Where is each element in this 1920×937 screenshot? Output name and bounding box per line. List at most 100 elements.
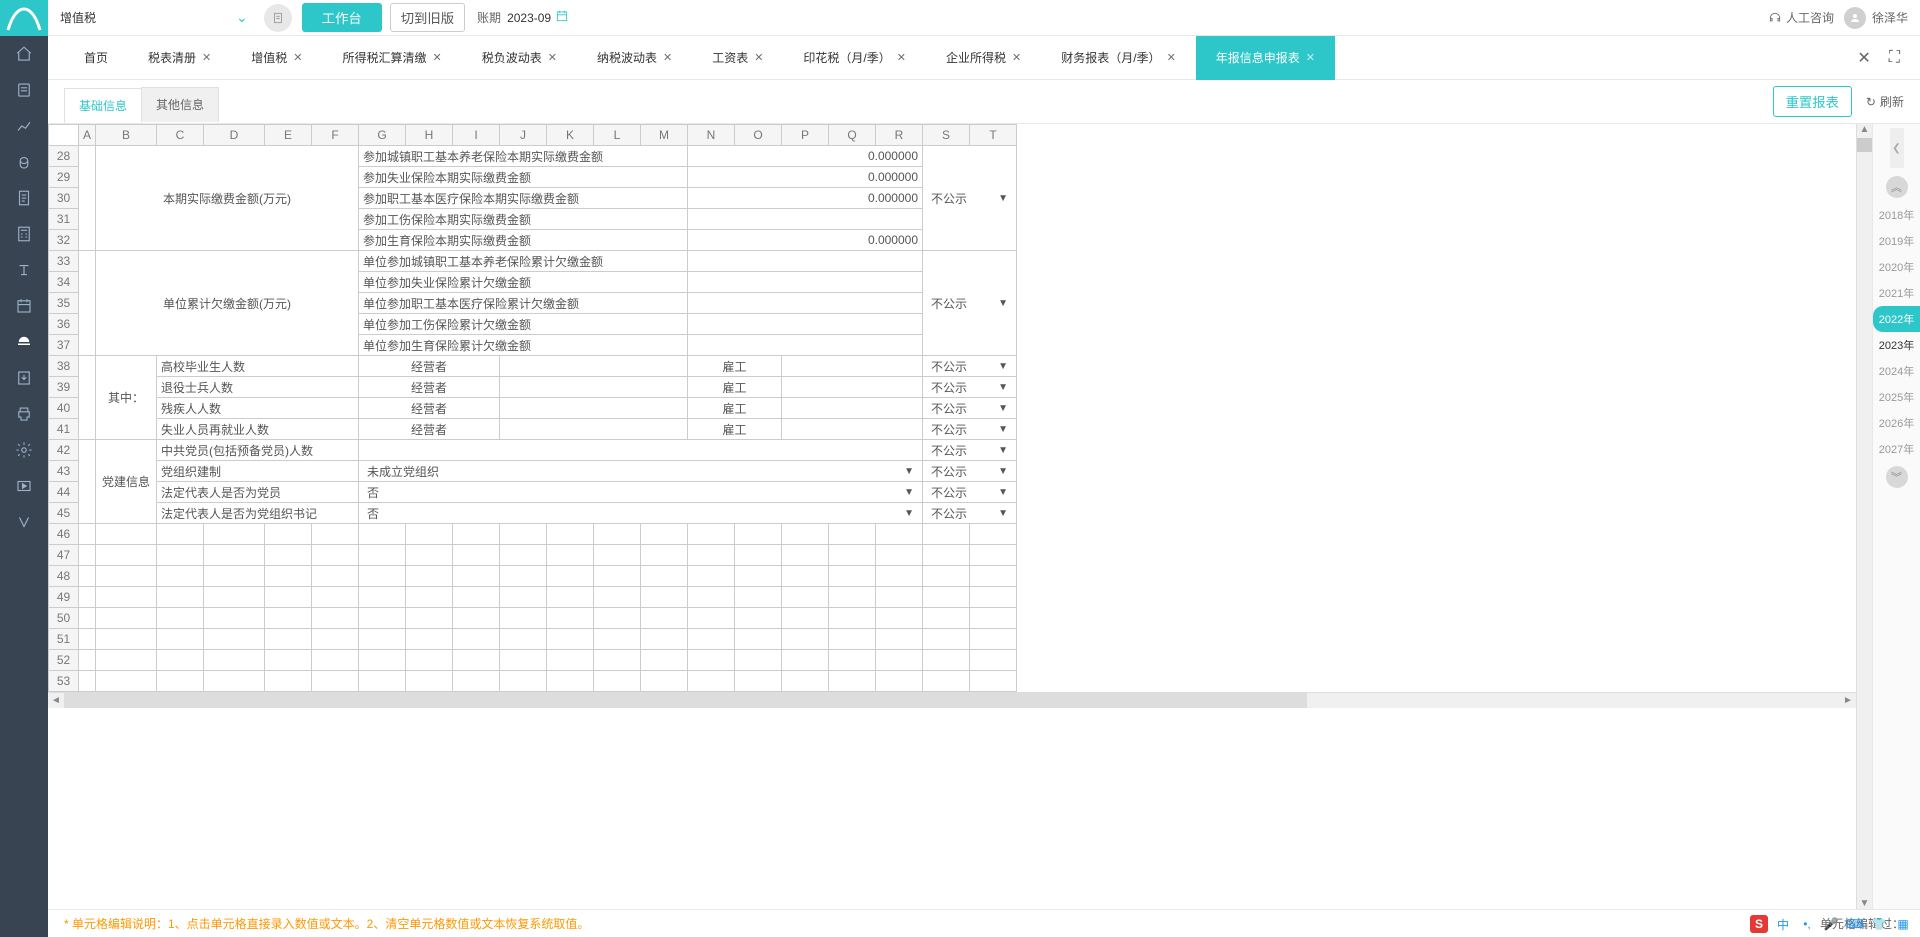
year-up-button[interactable]: ︽ bbox=[1886, 176, 1908, 198]
empty-cell[interactable] bbox=[641, 629, 688, 650]
empty-cell[interactable] bbox=[500, 524, 547, 545]
row-header-36[interactable]: 36 bbox=[49, 314, 79, 335]
empty-cell[interactable] bbox=[500, 650, 547, 671]
empty-cell[interactable] bbox=[970, 524, 1017, 545]
col-a-g2[interactable] bbox=[79, 251, 96, 356]
empty-cell[interactable] bbox=[547, 671, 594, 692]
empty-cell[interactable] bbox=[406, 671, 453, 692]
g3-visibility[interactable]: 不公示▼ bbox=[923, 398, 1017, 419]
year-item-2024年[interactable]: 2024年 bbox=[1873, 358, 1920, 384]
empty-cell[interactable] bbox=[923, 524, 970, 545]
year-item-2027年[interactable]: 2027年 bbox=[1873, 436, 1920, 462]
close-icon[interactable]: ✕ bbox=[897, 51, 906, 64]
nav-doc[interactable] bbox=[0, 180, 48, 216]
nav-settings[interactable] bbox=[0, 432, 48, 468]
col-header-E[interactable]: E bbox=[265, 125, 312, 146]
g3-operator-value[interactable] bbox=[500, 377, 688, 398]
row-header-50[interactable]: 50 bbox=[49, 608, 79, 629]
empty-cell[interactable] bbox=[829, 587, 876, 608]
nav-video[interactable] bbox=[0, 468, 48, 504]
empty-cell[interactable] bbox=[594, 650, 641, 671]
nav-chart[interactable] bbox=[0, 108, 48, 144]
empty-cell[interactable] bbox=[157, 629, 204, 650]
empty-cell[interactable] bbox=[688, 545, 735, 566]
close-icon[interactable]: ✕ bbox=[433, 51, 442, 64]
col-header-T[interactable]: T bbox=[970, 125, 1017, 146]
col-header-B[interactable]: B bbox=[96, 125, 157, 146]
row-header-52[interactable]: 52 bbox=[49, 650, 79, 671]
col-header-D[interactable]: D bbox=[204, 125, 265, 146]
empty-cell[interactable] bbox=[453, 650, 500, 671]
horizontal-scrollbar[interactable]: ◄ ► bbox=[48, 692, 1856, 708]
col-a-g1[interactable] bbox=[79, 146, 96, 251]
empty-cell[interactable] bbox=[406, 608, 453, 629]
empty-cell[interactable] bbox=[265, 524, 312, 545]
nav-home[interactable] bbox=[0, 36, 48, 72]
empty-cell[interactable] bbox=[453, 566, 500, 587]
empty-cell[interactable] bbox=[641, 650, 688, 671]
col-header-A[interactable]: A bbox=[79, 125, 96, 146]
empty-cell[interactable] bbox=[312, 524, 359, 545]
empty-cell[interactable] bbox=[876, 629, 923, 650]
g4-visibility[interactable]: 不公示▼ bbox=[923, 461, 1017, 482]
g2-item-value[interactable] bbox=[688, 293, 923, 314]
sheet-corner[interactable] bbox=[49, 125, 79, 146]
empty-cell[interactable] bbox=[829, 629, 876, 650]
empty-cell[interactable] bbox=[312, 545, 359, 566]
col-header-L[interactable]: L bbox=[594, 125, 641, 146]
empty-cell[interactable] bbox=[876, 545, 923, 566]
empty-cell[interactable] bbox=[96, 566, 157, 587]
empty-cell[interactable] bbox=[829, 545, 876, 566]
col-header-O[interactable]: O bbox=[735, 125, 782, 146]
empty-cell[interactable] bbox=[782, 629, 829, 650]
reset-button[interactable]: 重置报表 bbox=[1773, 86, 1852, 117]
year-item-2025年[interactable]: 2025年 bbox=[1873, 384, 1920, 410]
empty-cell[interactable] bbox=[594, 629, 641, 650]
ime-lang-icon[interactable]: 中 bbox=[1774, 915, 1792, 933]
g2-item-value[interactable] bbox=[688, 314, 923, 335]
row-header-30[interactable]: 30 bbox=[49, 188, 79, 209]
year-item-2022年[interactable]: 2022年 bbox=[1873, 306, 1920, 332]
empty-cell[interactable] bbox=[876, 566, 923, 587]
empty-cell[interactable] bbox=[594, 524, 641, 545]
row-header-32[interactable]: 32 bbox=[49, 230, 79, 251]
g1-item-value[interactable] bbox=[688, 209, 923, 230]
year-item-2018年[interactable]: 2018年 bbox=[1873, 202, 1920, 228]
g4-dropdown[interactable]: 未成立党组织▼ bbox=[359, 461, 923, 482]
empty-cell[interactable] bbox=[829, 650, 876, 671]
expand-icon[interactable]: ⛶ bbox=[1885, 45, 1904, 71]
tab-3[interactable]: 所得税汇算清缴✕ bbox=[322, 36, 461, 80]
g1-item-value[interactable]: 0.000000 bbox=[688, 167, 923, 188]
empty-cell[interactable] bbox=[157, 671, 204, 692]
empty-cell[interactable] bbox=[547, 608, 594, 629]
empty-cell[interactable] bbox=[265, 566, 312, 587]
empty-cell[interactable] bbox=[923, 608, 970, 629]
row-header-38[interactable]: 38 bbox=[49, 356, 79, 377]
empty-cell[interactable] bbox=[265, 587, 312, 608]
empty-cell[interactable] bbox=[923, 671, 970, 692]
empty-cell[interactable] bbox=[688, 671, 735, 692]
year-panel-collapse[interactable]: ❮ bbox=[1890, 128, 1904, 168]
empty-cell[interactable] bbox=[359, 545, 406, 566]
empty-cell[interactable] bbox=[829, 524, 876, 545]
doc-icon-button[interactable] bbox=[264, 4, 292, 32]
g2-visibility[interactable]: 不公示▼ bbox=[923, 251, 1017, 356]
scroll-up-icon[interactable]: ▲ bbox=[1857, 124, 1872, 135]
workspace-button[interactable]: 工作台 bbox=[302, 3, 382, 32]
empty-cell[interactable] bbox=[406, 545, 453, 566]
col-a-g3[interactable] bbox=[79, 356, 96, 440]
row-header-42[interactable]: 42 bbox=[49, 440, 79, 461]
empty-cell[interactable] bbox=[500, 545, 547, 566]
empty-cell[interactable] bbox=[735, 524, 782, 545]
col-header-K[interactable]: K bbox=[547, 125, 594, 146]
empty-cell[interactable] bbox=[453, 545, 500, 566]
empty-cell[interactable] bbox=[204, 650, 265, 671]
empty-cell[interactable] bbox=[157, 524, 204, 545]
col-a-g4[interactable] bbox=[79, 440, 96, 524]
ime-keyboard-icon[interactable]: ⌨ bbox=[1846, 915, 1864, 933]
empty-cell[interactable] bbox=[312, 629, 359, 650]
empty-cell[interactable] bbox=[688, 650, 735, 671]
close-icon[interactable]: ✕ bbox=[202, 51, 211, 64]
empty-cell[interactable] bbox=[876, 608, 923, 629]
row-header-40[interactable]: 40 bbox=[49, 398, 79, 419]
